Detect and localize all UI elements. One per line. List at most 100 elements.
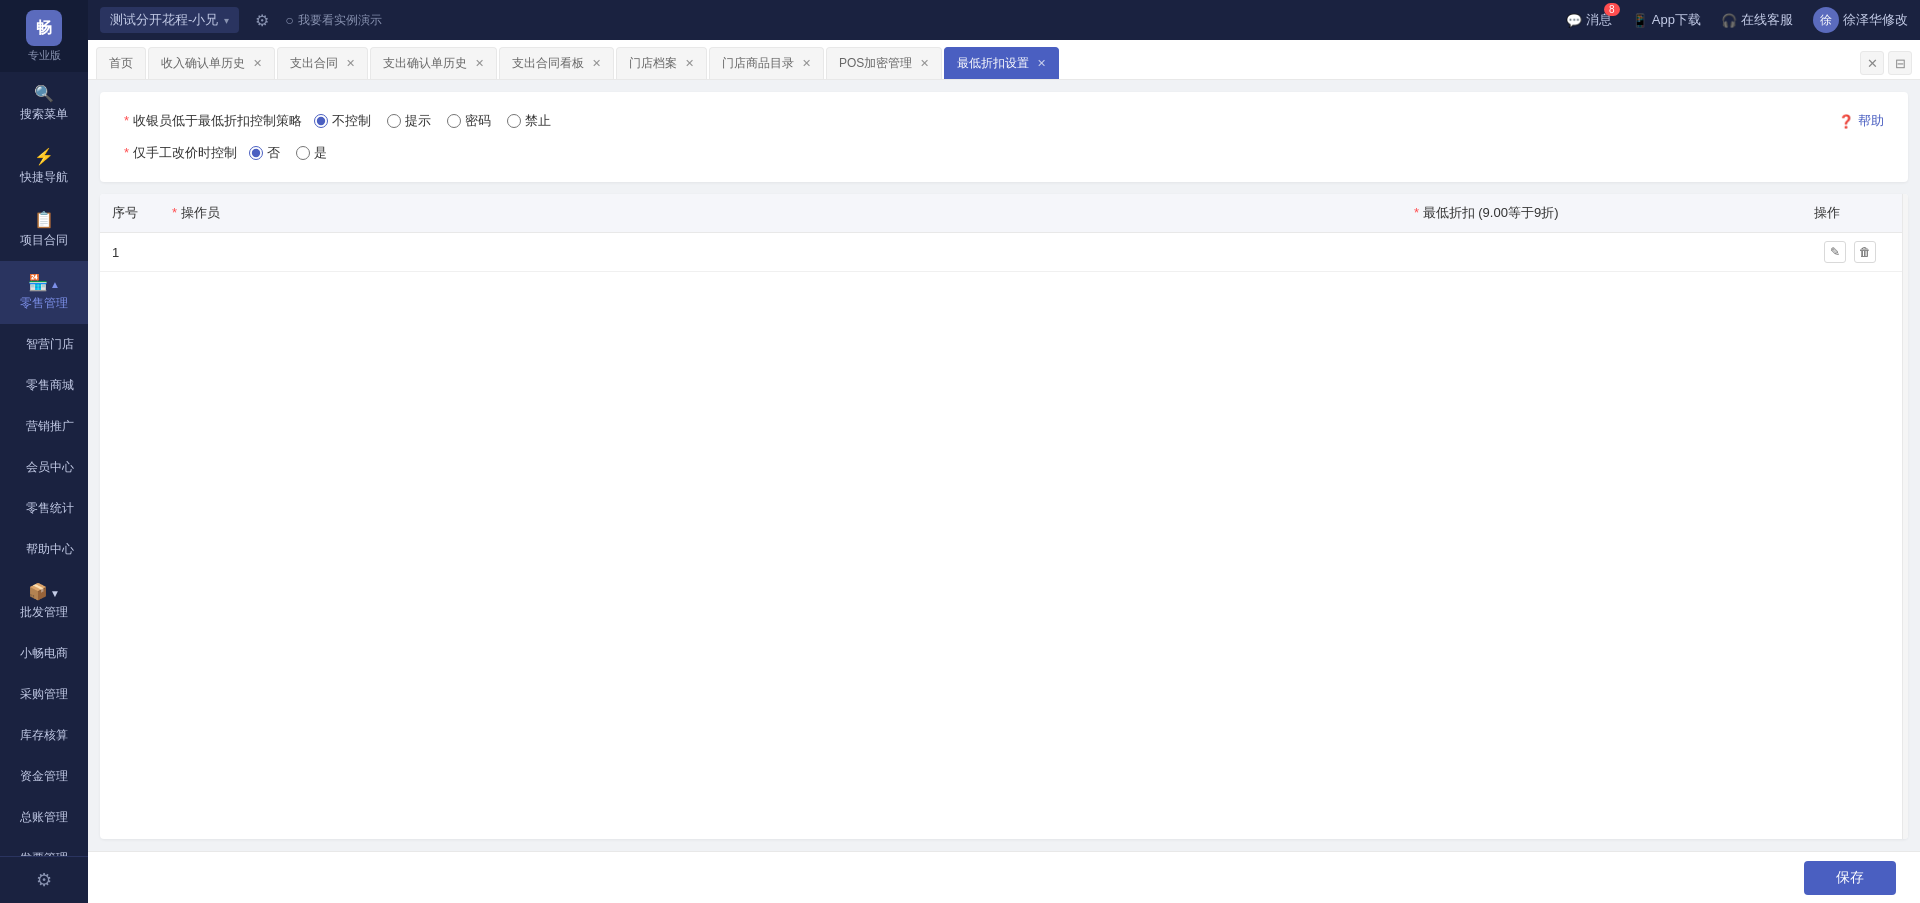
download-icon: 📱 xyxy=(1632,13,1648,28)
tab-income[interactable]: 收入确认单历史 ✕ xyxy=(148,47,275,79)
col-header-discount: 最低折扣 (9.00等于9折) xyxy=(1402,194,1802,233)
logo-text: 专业版 xyxy=(28,49,61,62)
radio-yes-input[interactable] xyxy=(296,146,310,160)
message-badge: 8 xyxy=(1604,3,1620,16)
sidebar-item-purchase-label: 采购管理 xyxy=(20,686,68,703)
topbar: 测试分开花程-小兄 ▾ ⚙ ○ 我要看实例演示 💬 消息 8 📱 App下载 🎧… xyxy=(88,0,1920,40)
tab-home[interactable]: 首页 xyxy=(96,47,146,79)
sidebar-item-project[interactable]: 📋 项目合同 xyxy=(0,198,88,261)
retail-arrow: ▲ xyxy=(50,279,60,290)
tab-close-all-button[interactable]: ✕ xyxy=(1860,51,1884,75)
demo-text: 我要看实例演示 xyxy=(298,12,382,29)
cell-seq-1: 1 xyxy=(100,233,160,272)
sidebar-logo: 畅 专业版 xyxy=(0,0,88,72)
sidebar-item-statistics[interactable]: 零售统计 xyxy=(0,488,88,529)
sidebar-item-wholesale-label: 批发管理 xyxy=(20,604,68,621)
topbar-settings-icon[interactable]: ⚙ xyxy=(255,11,269,30)
help-icon: ❓ xyxy=(1838,114,1854,129)
project-name: 测试分开花程-小兄 xyxy=(110,11,218,29)
tab-payment-close[interactable]: ✕ xyxy=(346,57,355,70)
radio-password-input[interactable] xyxy=(447,114,461,128)
policy-row: 收银员低于最低折扣控制策略 不控制 提示 密码 xyxy=(124,112,1884,130)
save-button[interactable]: 保存 xyxy=(1804,861,1896,895)
tabbar: 首页 收入确认单历史 ✕ 支出合同 ✕ 支出确认单历史 ✕ 支出合同看板 ✕ 门… xyxy=(88,40,1920,80)
col-header-seq: 序号 xyxy=(100,194,160,233)
sidebar-item-ecommerce-label: 小畅电商 xyxy=(20,645,68,662)
sidebar-item-smartstore[interactable]: 智营门店 xyxy=(0,324,88,365)
sidebar-item-help[interactable]: 帮助中心 xyxy=(0,529,88,570)
sidebar-item-onlineshop-label: 零售商城 xyxy=(26,377,74,394)
tab-store[interactable]: 门店档案 ✕ xyxy=(616,47,707,79)
radio-hint[interactable]: 提示 xyxy=(387,112,431,130)
radio-no-input[interactable] xyxy=(249,146,263,160)
project-icon: 📋 xyxy=(34,210,54,229)
sidebar-nav: 🔍 搜索菜单 ⚡ 快捷导航 📋 项目合同 🏪 ▲ 零售管理 智营门店 零售商城 … xyxy=(0,72,88,856)
sidebar-item-finance[interactable]: 资金管理 xyxy=(0,756,88,797)
radio-no[interactable]: 否 xyxy=(249,144,280,162)
tab-goods-close[interactable]: ✕ xyxy=(802,57,811,70)
save-bar: 保存 xyxy=(88,851,1920,903)
tabbar-controls: ✕ ⊟ xyxy=(1860,51,1912,79)
tab-discount[interactable]: 最低折扣设置 ✕ xyxy=(944,47,1059,79)
row-delete-button[interactable]: 🗑 xyxy=(1854,241,1876,263)
manual-label: 仅手工改价时控制 xyxy=(124,144,237,162)
sidebar-item-ledger[interactable]: 总账管理 xyxy=(0,797,88,838)
page-content: 收银员低于最低折扣控制策略 不控制 提示 密码 xyxy=(88,80,1920,851)
tab-payconfirm[interactable]: 支出确认单历史 ✕ xyxy=(370,47,497,79)
sidebar-item-finance-label: 资金管理 xyxy=(20,768,68,785)
radio-forbid[interactable]: 禁止 xyxy=(507,112,551,130)
col-header-operator: 操作员 xyxy=(160,194,1402,233)
radio-yes[interactable]: 是 xyxy=(296,144,327,162)
sidebar-item-wholesale[interactable]: 📦 ▼ 批发管理 xyxy=(0,570,88,633)
table-card: 序号 操作员 最低折扣 (9.00等于9折) 操作 xyxy=(100,194,1908,839)
tab-discount-close[interactable]: ✕ xyxy=(1037,57,1046,70)
sidebar-item-quicknav[interactable]: ⚡ 快捷导航 xyxy=(0,135,88,198)
tab-income-close[interactable]: ✕ xyxy=(253,57,262,70)
row-edit-button[interactable]: ✎ xyxy=(1824,241,1846,263)
wholesale-arrow: ▼ xyxy=(50,588,60,599)
message-button[interactable]: 💬 消息 8 xyxy=(1566,11,1612,29)
table-row: 1 ✎ 🗑 xyxy=(100,233,1902,272)
radio-password[interactable]: 密码 xyxy=(447,112,491,130)
main-area: 测试分开花程-小兄 ▾ ⚙ ○ 我要看实例演示 💬 消息 8 📱 App下载 🎧… xyxy=(88,0,1920,903)
sidebar-item-member[interactable]: 会员中心 xyxy=(0,447,88,488)
sidebar-item-search[interactable]: 🔍 搜索菜单 xyxy=(0,72,88,135)
tab-menu-button[interactable]: ⊟ xyxy=(1888,51,1912,75)
topbar-right: 💬 消息 8 📱 App下载 🎧 在线客服 徐 徐泽华修改 xyxy=(1566,7,1908,33)
settings-icon[interactable]: ⚙ xyxy=(36,869,52,891)
radio-forbid-input[interactable] xyxy=(507,114,521,128)
table-scrollbar[interactable] xyxy=(1902,194,1908,839)
tab-pos-close[interactable]: ✕ xyxy=(920,57,929,70)
tab-goods[interactable]: 门店商品目录 ✕ xyxy=(709,47,824,79)
tab-pos[interactable]: POS加密管理 ✕ xyxy=(826,47,942,79)
tab-payview-close[interactable]: ✕ xyxy=(592,57,601,70)
form-card: 收银员低于最低折扣控制策略 不控制 提示 密码 xyxy=(100,92,1908,182)
tab-store-close[interactable]: ✕ xyxy=(685,57,694,70)
sidebar-item-inventory[interactable]: 库存核算 xyxy=(0,715,88,756)
tab-payconfirm-close[interactable]: ✕ xyxy=(475,57,484,70)
topbar-demo[interactable]: ○ 我要看实例演示 xyxy=(285,12,381,29)
user-profile-button[interactable]: 徐 徐泽华修改 xyxy=(1813,7,1908,33)
sidebar-item-purchase[interactable]: 采购管理 xyxy=(0,674,88,715)
retail-icon: 🏪 xyxy=(28,273,48,292)
sidebar-item-inventory-label: 库存核算 xyxy=(20,727,68,744)
app-download-button[interactable]: 📱 App下载 xyxy=(1632,11,1701,29)
wholesale-icon: 📦 xyxy=(28,582,48,601)
customer-service-button[interactable]: 🎧 在线客服 xyxy=(1721,11,1793,29)
tab-payview[interactable]: 支出合同看板 ✕ xyxy=(499,47,614,79)
sidebar-item-ecommerce[interactable]: 小畅电商 xyxy=(0,633,88,674)
help-link[interactable]: ❓ 帮助 xyxy=(1838,112,1884,130)
quicknav-icon: ⚡ xyxy=(34,147,54,166)
radio-hint-input[interactable] xyxy=(387,114,401,128)
sidebar-item-retail[interactable]: 🏪 ▲ 零售管理 xyxy=(0,261,88,324)
radio-no-control-input[interactable] xyxy=(314,114,328,128)
table-header: 序号 操作员 最低折扣 (9.00等于9折) 操作 xyxy=(100,194,1902,233)
sidebar-item-invoice[interactable]: 发票管理 xyxy=(0,838,88,856)
radio-no-control[interactable]: 不控制 xyxy=(314,112,371,130)
table-body: 1 ✎ 🗑 xyxy=(100,233,1902,272)
cell-discount-1 xyxy=(1402,233,1802,272)
project-selector[interactable]: 测试分开花程-小兄 ▾ xyxy=(100,7,239,33)
sidebar-item-marketing[interactable]: 营销推广 xyxy=(0,406,88,447)
tab-payment[interactable]: 支出合同 ✕ xyxy=(277,47,368,79)
sidebar-item-onlineshop[interactable]: 零售商城 xyxy=(0,365,88,406)
